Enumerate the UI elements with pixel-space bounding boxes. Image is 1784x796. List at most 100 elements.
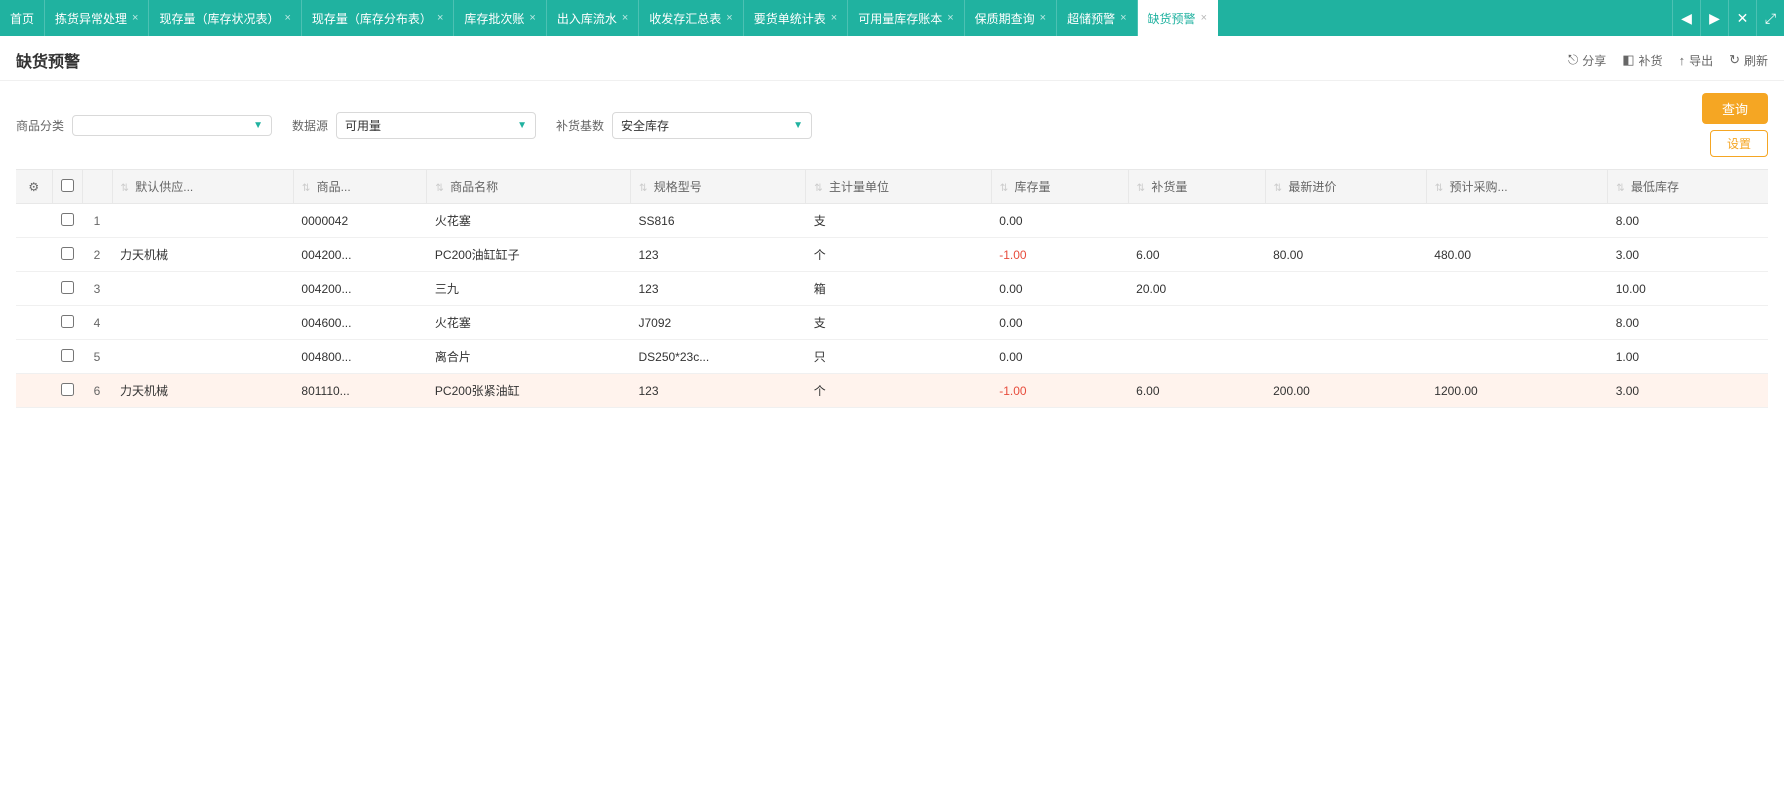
cell-replenish-qty-2: 20.00 xyxy=(1128,272,1265,306)
cell-gear-3 xyxy=(16,306,52,340)
tab-available-ledger[interactable]: 可用量库存账本 × xyxy=(848,0,964,36)
tab-batch-account[interactable]: 库存批次账 × xyxy=(454,0,546,36)
gear-icon[interactable]: ⚙ xyxy=(28,180,39,194)
tab-next-button[interactable]: ▶ xyxy=(1700,0,1728,36)
cell-spec-4: DS250*23c... xyxy=(630,340,805,374)
datasource-select[interactable]: 可用量 ▼ xyxy=(336,112,536,139)
close-tab-overstock[interactable]: × xyxy=(1120,12,1126,24)
cell-num-2: 3 xyxy=(82,272,112,306)
tab-requisition-stats[interactable]: 要货单统计表 × xyxy=(744,0,848,36)
tab-home[interactable]: 首页 xyxy=(0,0,45,36)
share-button[interactable]: ⎋ 分享 xyxy=(1568,52,1606,69)
cell-product-name-4: 离合片 xyxy=(427,340,631,374)
sort-spec-icon: ⇅ xyxy=(639,183,647,194)
th-product-name[interactable]: ⇅ 商品名称 xyxy=(427,170,631,204)
tab-close-button[interactable]: ✕ xyxy=(1728,0,1756,36)
close-tab-requisition-stats[interactable]: × xyxy=(831,12,837,24)
sort-estimated-purchase-icon: ⇅ xyxy=(1435,183,1443,194)
table-row: 1 0000042 火花塞 SS816 支 0.00 8.00 xyxy=(16,204,1768,238)
th-min-stock[interactable]: ⇅ 最低库存 xyxy=(1608,170,1768,204)
cell-checkbox-1[interactable] xyxy=(52,238,82,272)
tab-expiry-query[interactable]: 保质期查询 × xyxy=(965,0,1057,36)
row-checkbox-3[interactable] xyxy=(61,315,74,328)
th-unit[interactable]: ⇅ 主计量单位 xyxy=(806,170,991,204)
settings-button[interactable]: 设置 xyxy=(1710,130,1768,157)
datasource-value: 可用量 xyxy=(345,117,381,134)
cell-estimated-purchase-2 xyxy=(1426,272,1607,306)
category-select[interactable]: ▼ xyxy=(72,115,272,136)
tab-in-out-flow[interactable]: 出入库流水 × xyxy=(547,0,639,36)
page-header: 缺货预警 ⎋ 分享 ◧ 补货 ↑ 导出 ↻ 刷新 xyxy=(0,36,1784,81)
row-checkbox-4[interactable] xyxy=(61,349,74,362)
close-tab-exception[interactable]: × xyxy=(132,12,138,24)
refresh-icon: ↻ xyxy=(1729,52,1740,68)
replenish-basis-label: 补货基数 xyxy=(556,117,604,134)
close-tab-shortage[interactable]: × xyxy=(1201,12,1207,24)
replenish-basis-value: 安全库存 xyxy=(621,117,669,134)
close-tab-collection[interactable]: × xyxy=(726,12,732,24)
th-gear[interactable]: ⚙ xyxy=(16,170,52,204)
th-stock[interactable]: ⇅ 库存量 xyxy=(991,170,1128,204)
tab-inventory-status[interactable]: 现存量（库存状况表） × xyxy=(149,0,301,36)
row-checkbox-2[interactable] xyxy=(61,281,74,294)
close-tab-available-ledger[interactable]: × xyxy=(947,12,953,24)
tab-fullscreen-button[interactable]: ⤢ xyxy=(1756,0,1784,36)
select-all-checkbox[interactable] xyxy=(61,179,74,192)
filter-bar: 商品分类 ▼ 数据源 可用量 ▼ 补货基数 安全库存 ▼ 查询 设置 xyxy=(0,81,1784,169)
row-checkbox-5[interactable] xyxy=(61,383,74,396)
cell-spec-2: 123 xyxy=(630,272,805,306)
th-checkbox[interactable] xyxy=(52,170,82,204)
cell-num-3: 4 xyxy=(82,306,112,340)
th-estimated-purchase[interactable]: ⇅ 预计采购... xyxy=(1426,170,1607,204)
close-tab-expiry-query[interactable]: × xyxy=(1040,12,1046,24)
th-spec[interactable]: ⇅ 规格型号 xyxy=(630,170,805,204)
row-checkbox-0[interactable] xyxy=(61,213,74,226)
th-supplier[interactable]: ⇅ 默认供应... xyxy=(112,170,293,204)
close-tab-inventory-dist[interactable]: × xyxy=(437,12,443,24)
th-product-code[interactable]: ⇅ 商品... xyxy=(293,170,427,204)
cell-unit-5: 个 xyxy=(806,374,991,408)
cell-checkbox-4[interactable] xyxy=(52,340,82,374)
cell-gear-1 xyxy=(16,238,52,272)
cell-stock-4: 0.00 xyxy=(991,340,1128,374)
cell-checkbox-5[interactable] xyxy=(52,374,82,408)
tab-collection[interactable]: 收发存汇总表 × xyxy=(639,0,743,36)
cell-gear-5 xyxy=(16,374,52,408)
tab-exception[interactable]: 拣货异常处理 × xyxy=(45,0,149,36)
cell-spec-3: J7092 xyxy=(630,306,805,340)
tab-prev-button[interactable]: ◀ xyxy=(1672,0,1700,36)
row-checkbox-1[interactable] xyxy=(61,247,74,260)
query-button[interactable]: 查询 xyxy=(1702,93,1768,124)
cell-replenish-qty-0 xyxy=(1128,204,1265,238)
cell-min-stock-3: 8.00 xyxy=(1608,306,1768,340)
cell-checkbox-3[interactable] xyxy=(52,306,82,340)
cell-latest-price-4 xyxy=(1265,340,1426,374)
tab-overstock[interactable]: 超储预警 × xyxy=(1057,0,1137,36)
sort-latest-price-icon: ⇅ xyxy=(1274,183,1282,194)
cell-supplier-3 xyxy=(112,306,293,340)
close-tab-inventory-status[interactable]: × xyxy=(284,12,290,24)
replenish-button[interactable]: ◧ 补货 xyxy=(1622,52,1662,69)
cell-min-stock-5: 3.00 xyxy=(1608,374,1768,408)
tab-shortage[interactable]: 缺货预警 × xyxy=(1138,0,1218,36)
th-latest-price[interactable]: ⇅ 最新进价 xyxy=(1265,170,1426,204)
close-tab-in-out-flow[interactable]: × xyxy=(622,12,628,24)
sort-replenish-qty-icon: ⇅ xyxy=(1137,183,1145,194)
export-button[interactable]: ↑ 导出 xyxy=(1679,52,1714,69)
cell-gear-2 xyxy=(16,272,52,306)
close-tab-batch-account[interactable]: × xyxy=(529,12,535,24)
cell-replenish-qty-5: 6.00 xyxy=(1128,374,1265,408)
refresh-button[interactable]: ↻ 刷新 xyxy=(1729,52,1768,69)
table-container: ⚙ ⇅ 默认供应... ⇅ 商品... ⇅ xyxy=(0,169,1784,408)
cell-stock-5: -1.00 xyxy=(991,374,1128,408)
cell-checkbox-0[interactable] xyxy=(52,204,82,238)
table-row: 3 004200... 三九 123 箱 0.00 20.00 10.00 xyxy=(16,272,1768,306)
tab-inventory-dist[interactable]: 现存量（库存分布表） × xyxy=(302,0,454,36)
th-replenish-qty[interactable]: ⇅ 补货量 xyxy=(1128,170,1265,204)
header-actions: ⎋ 分享 ◧ 补货 ↑ 导出 ↻ 刷新 xyxy=(1568,52,1768,69)
cell-spec-1: 123 xyxy=(630,238,805,272)
replenish-basis-select[interactable]: 安全库存 ▼ xyxy=(612,112,812,139)
table-row: 5 004800... 离合片 DS250*23c... 只 0.00 1.00 xyxy=(16,340,1768,374)
cell-spec-5: 123 xyxy=(630,374,805,408)
cell-checkbox-2[interactable] xyxy=(52,272,82,306)
